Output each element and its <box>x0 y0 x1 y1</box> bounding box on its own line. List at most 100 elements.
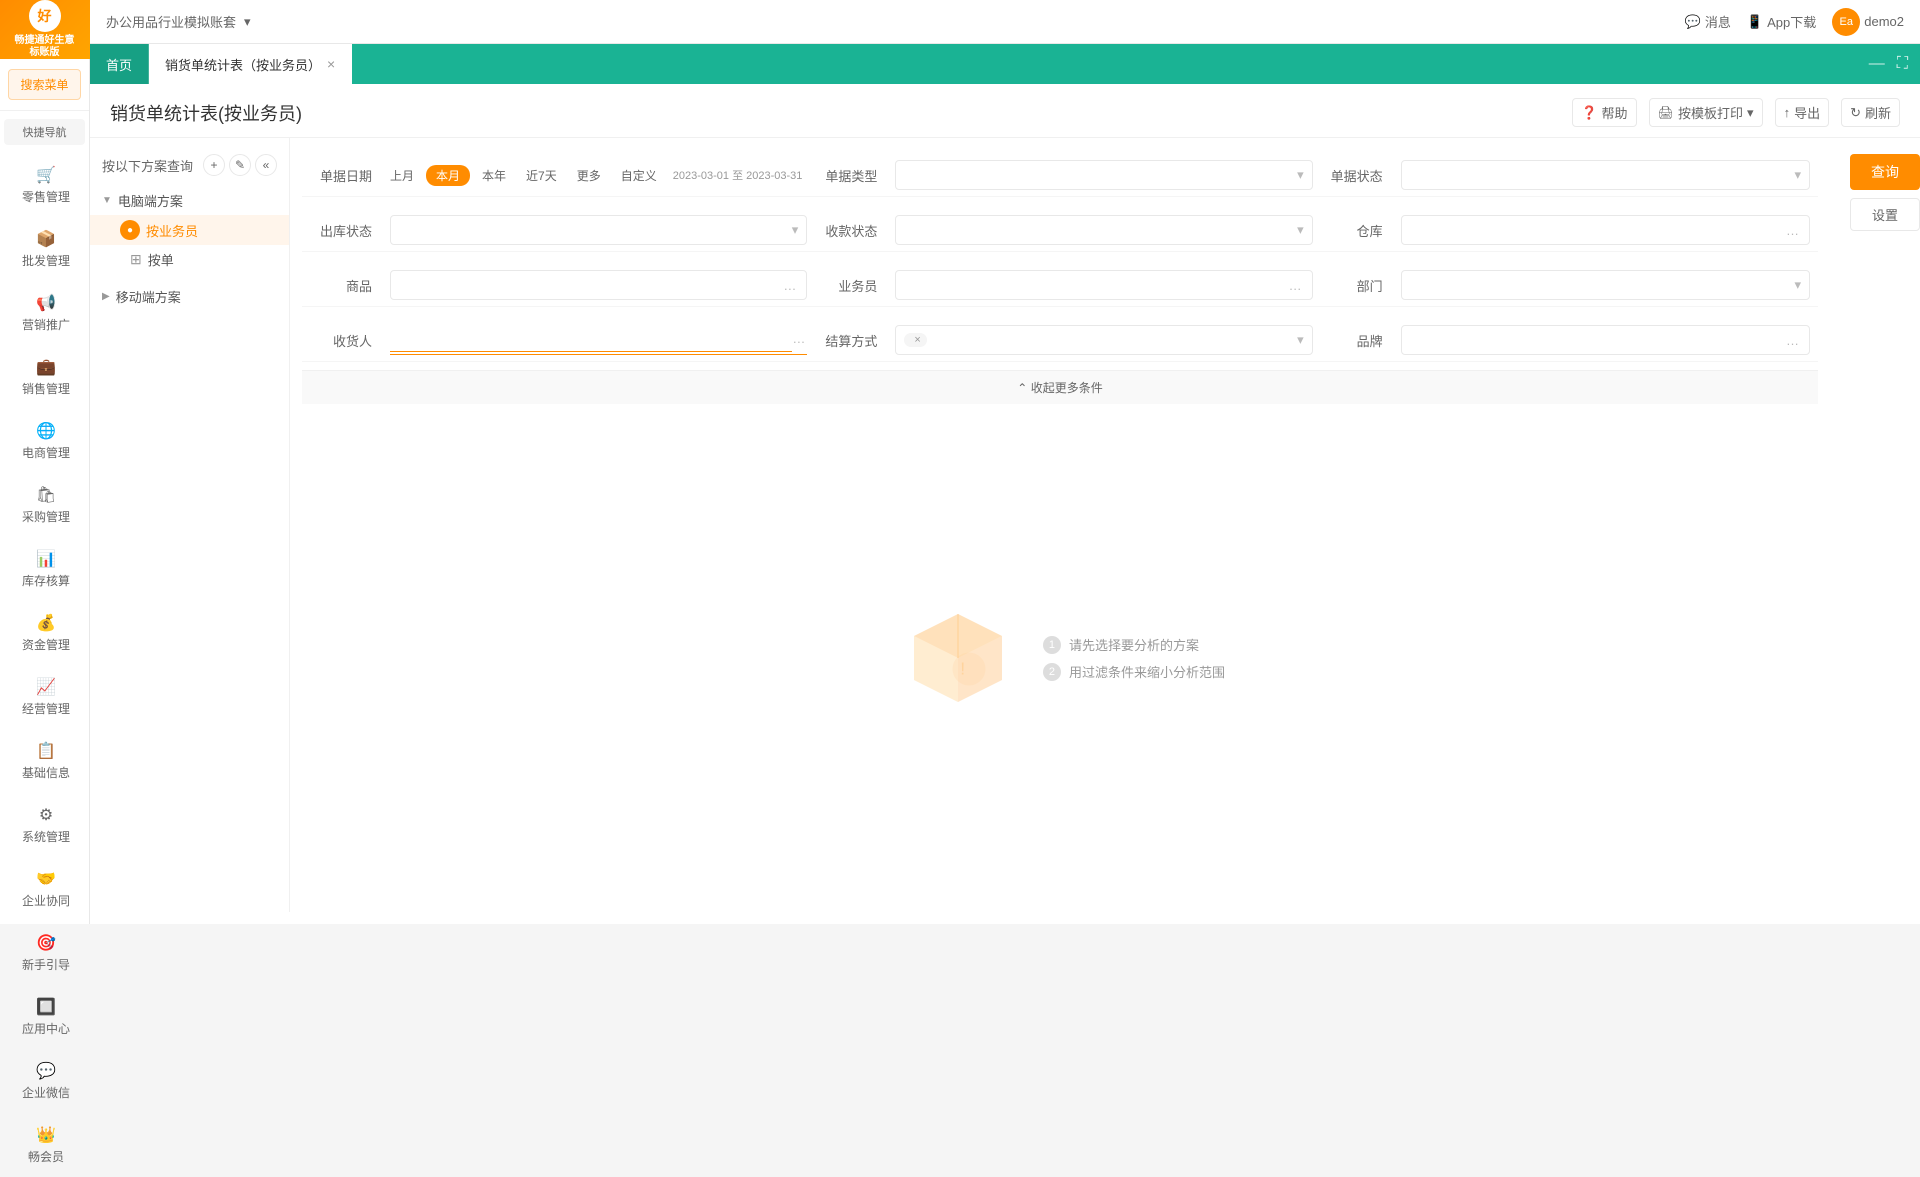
goods-label: 商品 <box>302 276 382 295</box>
sidebar-item-enterprise[interactable]: 🤝企业协同 <box>15 857 74 921</box>
receipt-status-cell: 收款状态 ▾ <box>807 209 1312 252</box>
sidebar-item-retail[interactable]: 🛒零售管理 <box>15 153 74 217</box>
settle-method-select[interactable]: × ▾ <box>895 325 1312 355</box>
wholesale-icon: 📦 <box>36 229 56 249</box>
filter-row-4: 收货人 … 结算方式 <box>302 319 1818 362</box>
collapse-bar[interactable]: ⌃ 收起更多条件 <box>302 370 1818 404</box>
operations-label: 经营管理 <box>22 700 70 717</box>
appstore-label: 应用中心 <box>22 1020 70 1037</box>
doc-status-select[interactable]: ▾ <box>1401 160 1810 190</box>
tip-num-1: 1 <box>1043 636 1061 654</box>
date-tab-custom[interactable]: 自定义 <box>613 165 665 186</box>
tab-sales-stat[interactable]: 销货单统计表（按业务员） × <box>149 44 352 84</box>
sidebar-item-purchase[interactable]: 🛍采购管理 <box>15 473 74 537</box>
out-status-label: 出库状态 <box>302 221 382 240</box>
action-buttons: 查询 设置 <box>1838 138 1920 912</box>
tab-close-icon[interactable]: × <box>327 56 335 72</box>
warehouse-select[interactable]: … <box>1401 215 1810 245</box>
brand-select[interactable]: … <box>1401 325 1810 355</box>
message-button[interactable]: 💬 消息 <box>1685 12 1731 31</box>
tip-text-2: 用过滤条件来缩小分析范围 <box>1069 662 1225 681</box>
empty-state-inner: ! 1 请先选择要分析的方案 2 <box>903 603 1225 713</box>
add-scheme-button[interactable]: + <box>203 154 225 176</box>
date-tab-7days[interactable]: 近7天 <box>518 165 565 186</box>
sidebar-item-appstore[interactable]: 🔲应用中心 <box>15 985 74 1049</box>
settle-tag-close-button[interactable]: × <box>914 334 920 346</box>
department-cell: 部门 ▾ <box>1313 264 1818 307</box>
newbie-icon: 🎯 <box>36 933 56 953</box>
salesperson-select[interactable]: … <box>895 270 1312 300</box>
left-panel-actions: + ✎ « <box>203 154 277 176</box>
date-tab-this-year[interactable]: 本年 <box>474 165 514 186</box>
collapse-icon: ⌃ <box>1017 381 1030 395</box>
member-label: 畅会员 <box>28 1148 64 1165</box>
collapse-panel-button[interactable]: « <box>255 154 277 176</box>
sidebar: 好 畅捷通好生意 标账版 搜索菜单 快捷导航 🛒零售管理📦批发管理📢营销推广💼销… <box>0 0 90 924</box>
date-tab-more[interactable]: 更多 <box>569 165 609 186</box>
sidebar-search-section: 搜索菜单 <box>0 59 89 111</box>
export-button[interactable]: ↑ 导出 <box>1775 98 1830 127</box>
finance-label: 资金管理 <box>22 636 70 653</box>
logo-text: 畅捷通好生意 标账版 <box>15 35 75 59</box>
sidebar-item-wechat[interactable]: 💬企业微信 <box>15 1049 74 1113</box>
edit-scheme-button[interactable]: ✎ <box>229 154 251 176</box>
salesperson-label: 业务员 <box>807 276 887 295</box>
by-salesperson-item[interactable]: ● 按业务员 <box>90 215 289 245</box>
goods-select[interactable]: … <box>390 270 807 300</box>
date-tabs: 上月 本月 本年 近7天 更多 自定义 <box>382 165 665 186</box>
empty-state-area: ! 1 请先选择要分析的方案 2 <box>290 404 1838 912</box>
quick-nav-button[interactable]: 快捷导航 <box>4 119 85 145</box>
search-menu-button[interactable]: 搜索菜单 <box>8 69 81 100</box>
sidebar-item-inventory[interactable]: 📊库存核算 <box>15 537 74 601</box>
sidebar-item-basic[interactable]: 📋基础信息 <box>15 729 74 793</box>
brand-label: 品牌 <box>1313 331 1393 350</box>
basic-icon: 📋 <box>36 741 56 761</box>
marketing-label: 营销推广 <box>22 316 70 333</box>
department-select[interactable]: ▾ <box>1401 270 1810 300</box>
sidebar-item-ecommerce[interactable]: 🌐电商管理 <box>15 409 74 473</box>
refresh-button[interactable]: ↻ 刷新 <box>1841 98 1900 127</box>
tab-home[interactable]: 首页 <box>90 44 149 84</box>
tab-minimize-button[interactable]: — <box>1869 55 1885 73</box>
sidebar-item-system[interactable]: ⚙系统管理 <box>15 793 74 857</box>
sales-stat-tab-label: 销货单统计表（按业务员） <box>165 55 321 74</box>
desktop-scheme-item[interactable]: ▼ 电脑端方案 <box>90 186 289 215</box>
receipt-status-select[interactable]: ▾ <box>895 215 1312 245</box>
sidebar-item-newbie[interactable]: 🎯新手引导 <box>15 921 74 985</box>
desktop-scheme-label: 电脑端方案 <box>118 191 183 210</box>
filter-row-3: 商品 … 业务员 … <box>302 264 1818 307</box>
sidebar-item-operations[interactable]: 📈经营管理 <box>15 665 74 729</box>
consignee-label: 收货人 <box>302 331 382 350</box>
consignee-input-wrap: … <box>390 326 807 355</box>
right-content: 单据日期 上月 本月 本年 近7天 更多 自定义 <box>290 138 1838 912</box>
sidebar-item-member[interactable]: 👑 畅会员 <box>15 1113 74 1177</box>
warehouse-label: 仓库 <box>1313 221 1393 240</box>
sidebar-item-sales[interactable]: 💼销售管理 <box>15 345 74 409</box>
out-status-select[interactable]: ▾ <box>390 215 807 245</box>
help-button[interactable]: ❓ 帮助 <box>1572 98 1636 127</box>
by-order-item[interactable]: ⊞ 按单 <box>90 245 289 274</box>
query-button[interactable]: 查询 <box>1850 154 1920 190</box>
consignee-dots: … <box>792 331 807 346</box>
date-tab-this-month[interactable]: 本月 <box>426 165 470 186</box>
mobile-scheme-item[interactable]: ▶ 移动端方案 <box>90 282 289 311</box>
sidebar-item-wholesale[interactable]: 📦批发管理 <box>15 217 74 281</box>
receipt-status-label: 收款状态 <box>807 221 887 240</box>
print-button[interactable]: 🖨 按模板打印 ▾ <box>1649 98 1763 127</box>
app-dropdown-icon[interactable]: ▾ <box>244 14 251 30</box>
sales-icon: 💼 <box>36 357 56 377</box>
settings-button[interactable]: 设置 <box>1850 198 1920 231</box>
app-logo: 好 畅捷通好生意 标账版 <box>0 0 90 59</box>
date-tab-last-month[interactable]: 上月 <box>382 165 422 186</box>
consignee-input[interactable] <box>390 326 792 352</box>
member-icon: 👑 <box>36 1125 56 1145</box>
doc-type-select[interactable]: ▾ <box>895 160 1312 190</box>
top-bar-right: 💬 消息 📱 App下载 Ea demo2 <box>1685 8 1904 36</box>
app-download-button[interactable]: 📱 App下载 <box>1747 12 1816 31</box>
department-arrow: ▾ <box>1794 277 1801 293</box>
home-tab-label: 首页 <box>106 55 132 74</box>
tab-maximize-button[interactable]: ⛶ <box>1897 55 1908 73</box>
user-profile[interactable]: Ea demo2 <box>1832 8 1904 36</box>
sidebar-item-marketing[interactable]: 📢营销推广 <box>15 281 74 345</box>
sidebar-item-finance[interactable]: 💰资金管理 <box>15 601 74 665</box>
